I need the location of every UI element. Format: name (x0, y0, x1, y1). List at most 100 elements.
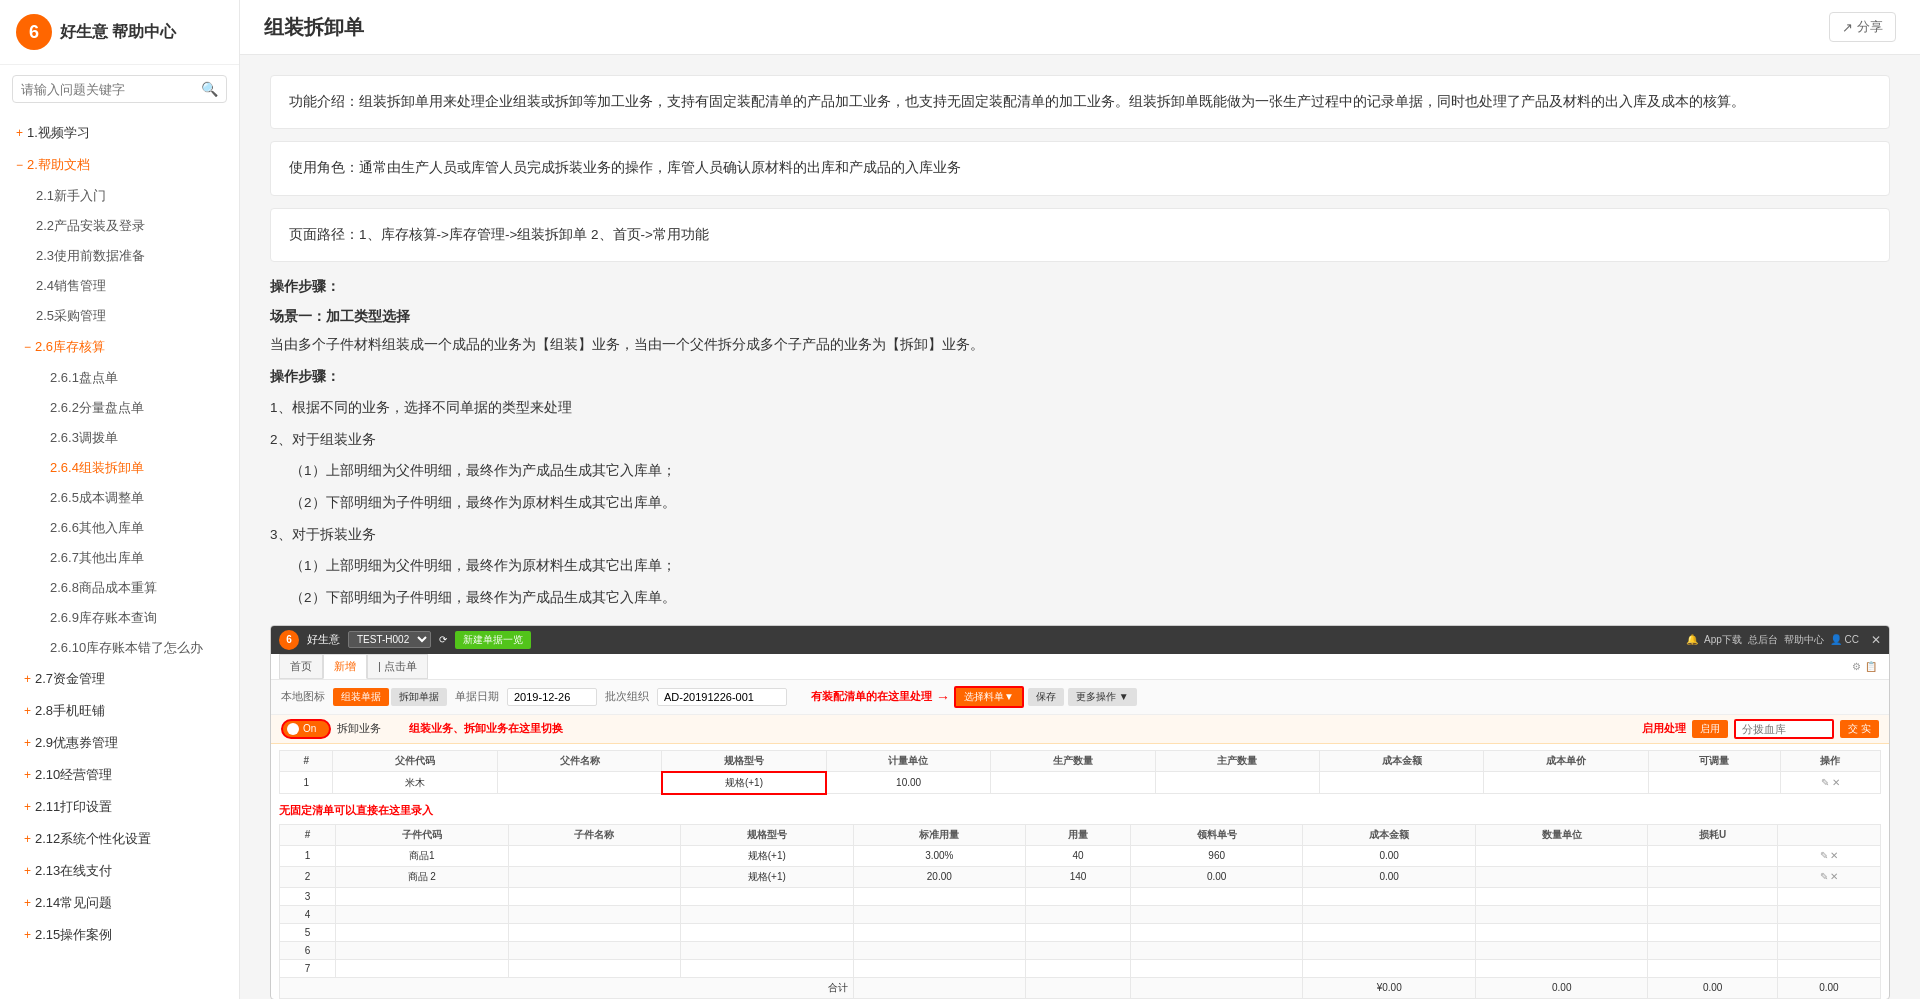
sidebar-item-2-6-1[interactable]: 2.6.1盘点单 (0, 363, 239, 393)
share-button[interactable]: ↗ 分享 (1829, 12, 1896, 42)
sidebar-item-2-15[interactable]: + 2.15操作案例 (0, 919, 239, 951)
sidebar-item-2-6-8[interactable]: 2.6.8商品成本重算 (0, 573, 239, 603)
sidebar-item-label: 2.15操作案例 (35, 926, 112, 944)
th-cost-price: 成本单价 (1484, 750, 1648, 772)
th-loss: 损耗U (1648, 824, 1777, 845)
sidebar-item-2-4[interactable]: 2.4销售管理 (0, 271, 239, 301)
ss-app-logo: 6 (279, 630, 299, 650)
ss-row-edit3[interactable]: ✎ (1820, 871, 1828, 882)
func-intro-text: 功能介绍：组装拆卸单用来处理企业组装或拆卸等加工业务，支持有固定装配清单的产品加… (289, 90, 1871, 114)
plus-icon: + (24, 736, 31, 750)
sidebar-item-2-6-6[interactable]: 2.6.6其他入库单 (0, 513, 239, 543)
sidebar-item-2-6-5[interactable]: 2.6.5成本调整单 (0, 483, 239, 513)
ss-row-edit2[interactable]: ✎ (1820, 850, 1828, 861)
ss-side-icon1: ⚙ (1852, 661, 1861, 672)
sidebar-item-2-2[interactable]: 2.2产品安装及登录 (0, 211, 239, 241)
sidebar-item-2-12[interactable]: + 2.12系统个性化设置 (0, 823, 239, 855)
ss-tab-new[interactable]: 新增 (323, 654, 367, 679)
ss-side-icon2: 📋 (1865, 661, 1877, 672)
ss-nav-icon2: App下载 (1704, 633, 1742, 647)
th-qty: 用量 (1026, 824, 1131, 845)
search-input[interactable] (21, 82, 201, 97)
ss-toggle-dot (287, 723, 299, 735)
ss-row-edit[interactable]: ✎ (1821, 777, 1829, 788)
sidebar-item-2-11[interactable]: + 2.11打印设置 (0, 791, 239, 823)
page-title: 组装拆卸单 (264, 14, 364, 41)
sidebar-item-2-6-9[interactable]: 2.6.9库存账本查询 (0, 603, 239, 633)
sidebar-item-2-8[interactable]: + 2.8手机旺铺 (0, 695, 239, 727)
ss-subheader: On 拆卸业务 组装业务、拆卸业务在这里切换 启用处理 启用 交 实 (271, 715, 1889, 744)
ss-company-select[interactable]: TEST-H002 (348, 631, 431, 648)
ss-annotation1: 有装配清单的在这里处理 (811, 689, 932, 704)
step-2-1: （1）上部明细为父件明细，最终作为产成品生成其它入库单； (270, 458, 1890, 484)
minus-icon: − (24, 340, 31, 354)
ss-nav-icon1: 🔔 (1686, 634, 1698, 645)
table-row: 2 商品 2 规格(+1) 20.00 140 0.00 0.00 ✎ (280, 866, 1881, 887)
search-icon: 🔍 (201, 81, 218, 97)
table-row: 3 (280, 887, 1881, 905)
steps-title: 操作步骤： (270, 364, 1890, 390)
ss-enable-btn[interactable]: 启用 (1692, 720, 1728, 738)
ss-select-bom-btn[interactable]: 选择料单▼ (954, 686, 1024, 708)
sidebar-item-2-6-3[interactable]: 2.6.3调拨单 (0, 423, 239, 453)
sidebar-item-2-10[interactable]: + 2.10经营管理 (0, 759, 239, 791)
sidebar-item-2-6-4[interactable]: 2.6.4组装拆卸单 (0, 453, 239, 483)
sidebar-item-video[interactable]: + 1.视频学习 (0, 117, 239, 149)
plus-icon: + (24, 928, 31, 942)
ss-id-input[interactable] (657, 688, 787, 706)
sidebar-item-label: 2.13在线支付 (35, 862, 112, 880)
sidebar-item-2-5[interactable]: 2.5采购管理 (0, 301, 239, 331)
ss-tab-home[interactable]: 首页 (279, 654, 323, 679)
plus-icon: + (16, 126, 23, 140)
ss-tab-list[interactable]: | 点击单 (367, 654, 428, 679)
ss-close-icon[interactable]: ✕ (1871, 633, 1881, 647)
ss-annotation2-area: 组装业务、拆卸业务在这里切换 (409, 721, 563, 736)
sidebar-item-2-6-10[interactable]: 2.6.10库存账本错了怎么办 (0, 633, 239, 663)
ss-topbar: 6 好生意 TEST-H002 ⟳ 新建单据一览 🔔 App下载 总后台 帮助中… (271, 626, 1889, 654)
sidebar-item-2-13[interactable]: + 2.13在线支付 (0, 855, 239, 887)
ss-child-table-header: # 子件代码 子件名称 规格型号 标准用量 用量 领料单号 成本金额 数量单位 … (280, 824, 1881, 845)
ss-date-input[interactable] (507, 688, 597, 706)
th-pick-no: 领料单号 (1130, 824, 1303, 845)
ss-row-del3[interactable]: ✕ (1830, 871, 1838, 882)
th-num2: # (280, 824, 336, 845)
sidebar-item-label: 2.12系统个性化设置 (35, 830, 151, 848)
ss-confirm-btn[interactable]: 交 实 (1840, 720, 1879, 738)
sidebar-item-label: 2.8手机旺铺 (35, 702, 105, 720)
sidebar-item-2-6-2[interactable]: 2.6.2分量盘点单 (0, 393, 239, 423)
sidebar-item-2-6-7[interactable]: 2.6.7其他出库单 (0, 543, 239, 573)
ss-nav-icon3: 总后台 (1748, 633, 1778, 647)
app-logo: 6 (16, 14, 52, 50)
th-code: 父件代码 (333, 750, 497, 772)
sidebar-item-2-9[interactable]: + 2.9优惠券管理 (0, 727, 239, 759)
ss-parent-table: # 父件代码 父件名称 规格型号 计量单位 生产数量 主产数量 成本金额 成本单… (279, 750, 1881, 795)
ss-row-del2[interactable]: ✕ (1830, 850, 1838, 861)
sidebar-item-2-14[interactable]: + 2.14常见问题 (0, 887, 239, 919)
ss-id-label: 批次组织 (605, 689, 649, 704)
ss-btn-disassemble[interactable]: 拆卸单据 (391, 688, 447, 706)
ss-new-btn[interactable]: 新建单据一览 (455, 631, 531, 649)
sidebar-item-2-6[interactable]: − 2.6库存核算 (0, 331, 239, 363)
path-block: 页面路径：1、库存核算->库存管理->组装拆卸单 2、首页->常用功能 (270, 208, 1890, 262)
ss-btn-assemble[interactable]: 组装单据 (333, 688, 389, 706)
th-cost-amt: 成本金额 (1319, 750, 1483, 772)
func-intro-label: 功能介绍： (289, 94, 359, 109)
sidebar-item-2-7[interactable]: + 2.7资金管理 (0, 663, 239, 695)
ss-toggle[interactable]: On (281, 719, 331, 739)
sidebar-item-2-1[interactable]: 2.1新手入门 (0, 181, 239, 211)
scenario1-desc: 当由多个子件材料组装成一个成品的业务为【组装】业务，当由一个父件拆分成多个子产品… (270, 332, 1890, 358)
table-row: 1 商品1 规格(+1) 3.00% 40 960 0.00 ✎ (280, 845, 1881, 866)
ss-parent-table-header: # 父件代码 父件名称 规格型号 计量单位 生产数量 主产数量 成本金额 成本单… (280, 750, 1881, 772)
ss-footer-total: 合计 (280, 977, 854, 998)
ss-row-delete[interactable]: ✕ (1832, 777, 1840, 788)
ss-more-btn[interactable]: 更多操作 ▼ (1068, 688, 1137, 706)
plus-icon: + (24, 864, 31, 878)
ss-org-input[interactable] (1734, 719, 1834, 739)
sidebar-item-2-3[interactable]: 2.3使用前数据准备 (0, 241, 239, 271)
ss-type-buttons: 组装单据 拆卸单据 (333, 688, 447, 706)
ss-side-icons: ⚙ 📋 (1848, 657, 1881, 676)
search-box[interactable]: 🔍 (12, 75, 227, 103)
sidebar-item-docs[interactable]: − 2.帮助文档 (0, 149, 239, 181)
ss-save-btn[interactable]: 保存 (1028, 688, 1064, 706)
ops-title: 操作步骤： (270, 278, 1890, 296)
